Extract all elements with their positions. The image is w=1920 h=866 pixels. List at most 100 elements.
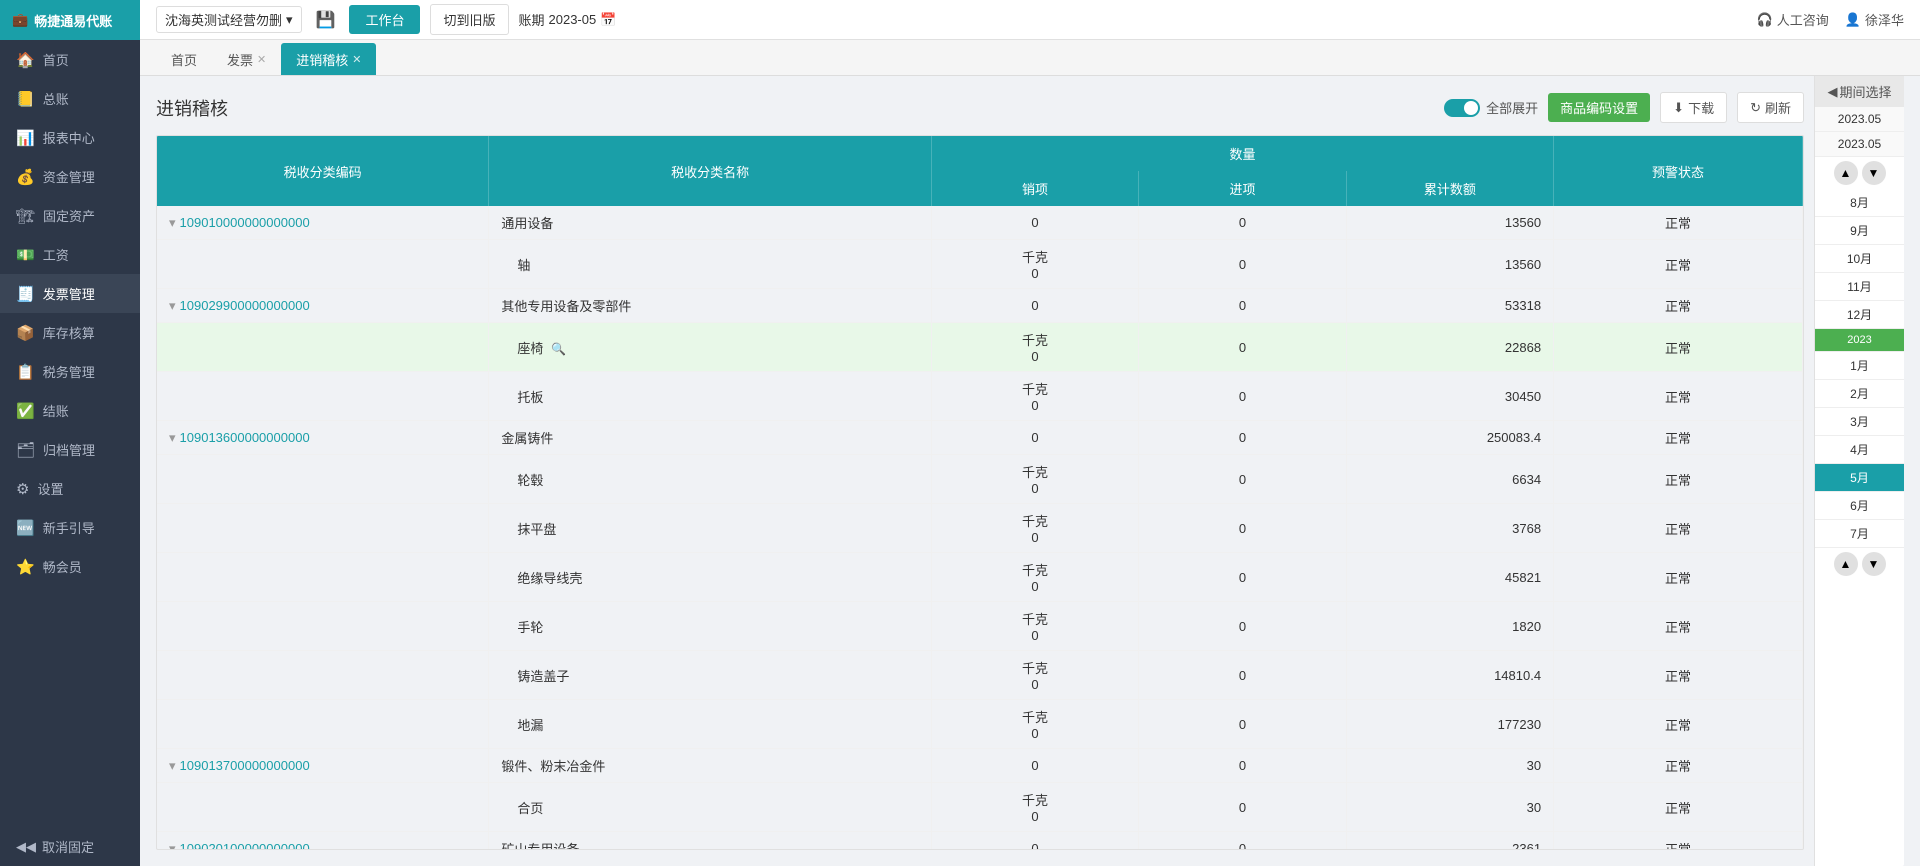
table-row: 0 [1139,602,1346,651]
period-month-6[interactable]: 6月 [1815,492,1904,520]
table-row: 通用设备 [489,206,931,240]
tab-reconcile[interactable]: 进销稽核 ✕ [281,43,376,75]
workspace-btn[interactable]: 工作台 [349,5,420,34]
table-row: 正常 [1554,455,1803,504]
sidebar-item-settlement[interactable]: ✅ 结账 [0,391,140,430]
period-collapse-icon: ◀ [1827,84,1837,100]
period-down-btn-2[interactable]: ▼ [1862,552,1886,576]
content-area: 进销稽核 全部展开 商品编码设置 ⬇ 下载 ↻ 刷新 [140,76,1920,866]
table-row: 0 [1139,700,1346,749]
tabbar: 首页 发票 ✕ 进销稽核 ✕ [140,40,1920,76]
period-header[interactable]: ◀ 期间选择 [1815,76,1904,107]
period-month-1[interactable]: 1月 [1815,352,1904,380]
period-month-2[interactable]: 2月 [1815,380,1904,408]
period-year-2023-05-2[interactable]: 2023.05 [1815,132,1904,157]
period-down-btn[interactable]: ▼ [1862,161,1886,185]
download-btn[interactable]: ⬇ 下载 [1660,92,1727,123]
headset-icon: 🎧 [1757,12,1773,28]
refresh-btn[interactable]: ↻ 刷新 [1737,92,1804,123]
period-month-8[interactable]: 8月 [1815,189,1904,217]
app-logo: 💼 畅捷通易代账 [0,0,140,40]
support-label: 人工咨询 [1777,10,1829,29]
sidebar-item-archive[interactable]: 🗂 归档管理 [0,430,140,469]
sidebar-item-label: 首页 [43,50,69,69]
pin-icon: ◀◀ [16,839,36,855]
period-year-2023-05-1[interactable]: 2023.05 [1815,107,1904,132]
table-row: 地漏 [489,700,931,749]
tab-invoice[interactable]: 发票 ✕ [212,43,281,75]
tab-invoice-close[interactable]: ✕ [257,53,266,66]
period-display: 账期 2023-05 📅 [519,10,617,29]
table-row: 0 [1139,783,1346,832]
sidebar-item-guide[interactable]: 🆕 新手引导 [0,508,140,547]
reports-icon: 📊 [16,129,35,147]
period-month-10[interactable]: 10月 [1815,245,1904,273]
table-row: 座椅 🔍 [489,323,931,372]
period-month-7[interactable]: 7月 [1815,520,1904,548]
sidebar-item-assets[interactable]: 🏗 固定资产 [0,196,140,235]
sidebar-unpin-btn[interactable]: ◀◀ 取消固定 [0,827,140,866]
main-area: 沈海英测试经营勿删 ▾ 💾 工作台 切到旧版 账期 2023-05 📅 🎧 人工… [140,0,1920,866]
sidebar-item-reports[interactable]: 📊 报表中心 [0,118,140,157]
table-row: 3768 [1346,504,1553,553]
period-month-11[interactable]: 11月 [1815,273,1904,301]
page-controls: 全部展开 商品编码设置 ⬇ 下载 ↻ 刷新 [1444,92,1804,123]
table-row: 0 [1139,323,1346,372]
table-row: 13560 [1346,240,1553,289]
table-row: 千克0 [931,602,1138,651]
period-month-3[interactable]: 3月 [1815,408,1904,436]
sidebar-item-payroll[interactable]: 💵 工资 [0,235,140,274]
table-row [157,602,489,651]
company-selector[interactable]: 沈海英测试经营勿删 ▾ [156,6,302,33]
table-row: 0 [1139,749,1346,783]
sidebar-item-label: 结账 [43,401,69,420]
sidebar-item-inventory[interactable]: 📦 库存核算 [0,313,140,352]
period-up-btn-2[interactable]: ▲ [1834,552,1858,576]
sidebar-item-label: 税务管理 [43,362,95,381]
table-row: 铸造盖子 [489,651,931,700]
support-btn[interactable]: 🎧 人工咨询 [1757,10,1829,29]
user-profile[interactable]: 👤 徐泽华 [1845,10,1904,29]
table-row: 0 [931,421,1138,455]
sidebar-item-member[interactable]: ⭐ 畅会员 [0,547,140,586]
tab-reconcile-close[interactable]: ✕ [352,53,361,66]
sidebar-item-ledger[interactable]: 📒 总账 [0,79,140,118]
sidebar-item-tax[interactable]: 📋 税务管理 [0,352,140,391]
period-value: 2023-05 [549,12,597,27]
table-row: 45821 [1346,553,1553,602]
period-month-5[interactable]: 5月 [1815,464,1904,492]
sidebar-item-invoice[interactable]: 🧾 发票管理 [0,274,140,313]
period-month-9[interactable]: 9月 [1815,217,1904,245]
save-icon-btn[interactable]: 💾 [312,6,340,34]
company-name: 沈海英测试经营勿删 [165,10,282,29]
table-row: 千克0 [931,783,1138,832]
period-month-4[interactable]: 4月 [1815,436,1904,464]
switch-version-btn[interactable]: 切到旧版 [430,4,508,35]
table-row: 其他专用设备及零部件 [489,289,931,323]
reconcile-table: 税收分类编码 税收分类名称 数量 预警状态 销项 进项 累计数额 [157,136,1803,850]
table-row: ▾109013700000000000 [157,749,489,783]
col-total: 累计数额 [1346,171,1553,206]
col-status: 预警状态 [1554,136,1803,206]
expand-all-toggle[interactable] [1444,99,1480,117]
table-row: 正常 [1554,700,1803,749]
period-header-label: 期间选择 [1839,82,1891,101]
sidebar-item-settings[interactable]: ⚙ 设置 [0,469,140,508]
product-code-settings-btn[interactable]: 商品编码设置 [1548,93,1650,122]
period-month-12[interactable]: 12月 [1815,301,1904,329]
table-row [157,240,489,289]
col-purchase: 进项 [1139,171,1346,206]
tab-home[interactable]: 首页 [156,43,212,75]
table-row: 正常 [1554,504,1803,553]
sidebar-item-label: 总账 [43,89,69,108]
table-row: 千克0 [931,323,1138,372]
table-row: 0 [931,206,1138,240]
sidebar-item-label: 工资 [43,245,69,264]
sidebar-item-home[interactable]: 🏠 首页 [0,40,140,79]
payroll-icon: 💵 [16,246,35,264]
sidebar-item-funds[interactable]: 💰 资金管理 [0,157,140,196]
assets-icon: 🏗 [16,207,35,225]
period-up-btn[interactable]: ▲ [1834,161,1858,185]
table-row: 0 [931,289,1138,323]
col-quantity: 数量 [931,136,1553,171]
